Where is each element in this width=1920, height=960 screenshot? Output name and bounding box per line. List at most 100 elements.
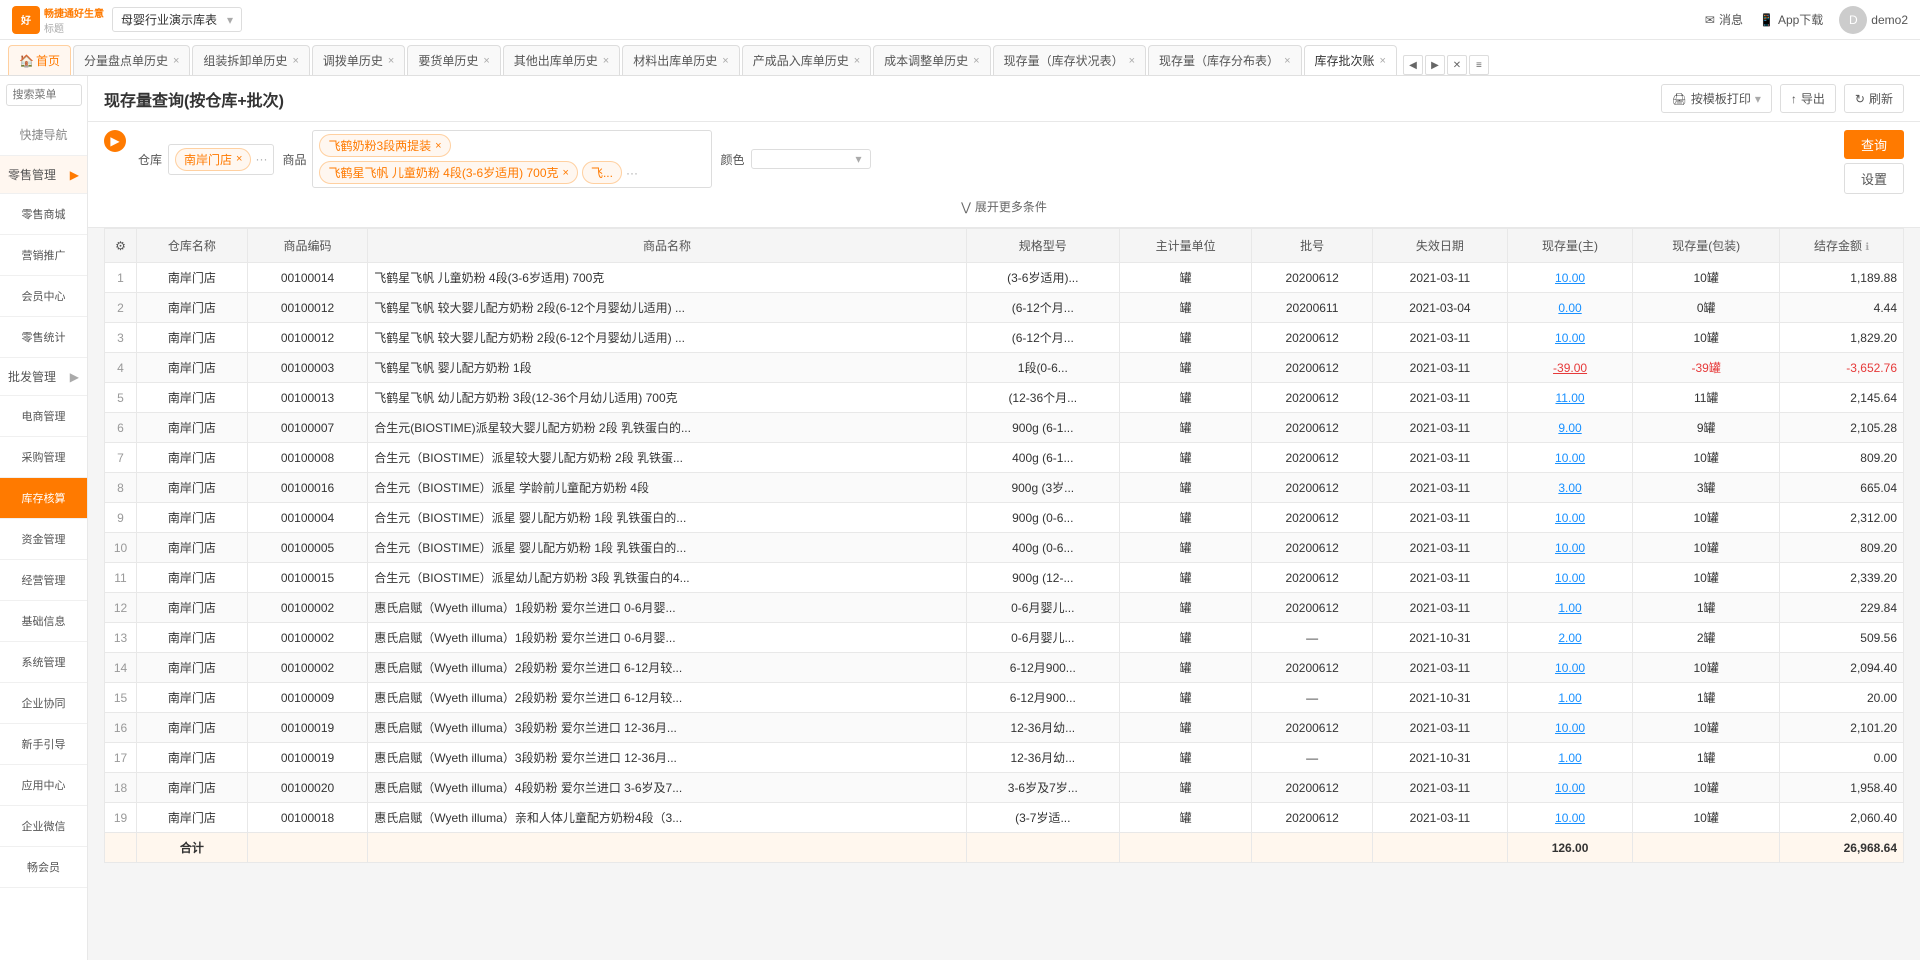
close-tab-xiancun-kuang[interactable]: × — [1129, 55, 1135, 67]
industry-select[interactable]: 母婴行业演示库表 ▾ — [112, 7, 242, 32]
close-tab-yaohuo[interactable]: × — [483, 55, 489, 67]
sidebar-item-retail-mall[interactable]: 零售商城 — [0, 194, 87, 235]
cell-stock-main[interactable]: 10.00 — [1507, 503, 1632, 533]
cell-stock-main[interactable]: 0.00 — [1507, 293, 1632, 323]
sidebar-item-wholesale[interactable]: 批发管理▶ — [0, 358, 87, 396]
close-tab-chengben[interactable]: × — [973, 55, 979, 67]
warehouse-ellipsis[interactable]: ··· — [255, 152, 267, 166]
cell-unit: 罐 — [1119, 413, 1252, 443]
product-tag-1-remove[interactable]: × — [435, 140, 441, 152]
tab-zuhe[interactable]: 组装拆卸单历史 × — [192, 45, 309, 75]
cell-stock-main[interactable]: 9.00 — [1507, 413, 1632, 443]
cell-code: 00100009 — [247, 683, 368, 713]
sidebar-item-retail-mgmt[interactable]: 零售管理 ▶ — [0, 156, 87, 194]
close-tab-kucun-pici[interactable]: × — [1380, 55, 1386, 67]
product-tag-1: 飞鹤奶粉3段两提装 × — [319, 134, 450, 157]
product-tag-2-remove[interactable]: × — [563, 167, 569, 179]
setting-btn[interactable]: 设置 — [1844, 163, 1904, 194]
sidebar-item-app-center[interactable]: 应用中心 — [0, 765, 87, 806]
tab-prev-btn[interactable]: ◀ — [1403, 55, 1423, 75]
sidebar-item-purchase[interactable]: 采购管理 — [0, 437, 87, 478]
tab-diaopai[interactable]: 调拨单历史 × — [312, 45, 405, 75]
cell-stock-main[interactable]: 10.00 — [1507, 263, 1632, 293]
sidebar-item-finance[interactable]: 资金管理 — [0, 519, 87, 560]
tab-chancheng[interactable]: 产成品入库单历史 × — [742, 45, 871, 75]
tab-cailiao[interactable]: 材料出库单历史 × — [622, 45, 739, 75]
tab-menu-btn[interactable]: ≡ — [1469, 55, 1489, 75]
cell-stock-main[interactable]: 10.00 — [1507, 443, 1632, 473]
tab-xiancun-fen[interactable]: 现存量（库存分布表） × — [1148, 45, 1301, 75]
sidebar-item-quick-nav[interactable]: 快捷导航 — [0, 114, 87, 156]
sidebar-item-ecommerce[interactable]: 电商管理 — [0, 396, 87, 437]
expand-arrow-btn[interactable]: ▶ — [104, 130, 126, 152]
cell-stock-main[interactable]: 10.00 — [1507, 563, 1632, 593]
sidebar-item-operations[interactable]: 经营管理 — [0, 560, 87, 601]
close-tab-xiancun-fen[interactable]: × — [1284, 55, 1290, 67]
tab-next-btn[interactable]: ▶ — [1425, 55, 1445, 75]
user-area[interactable]: D demo2 — [1839, 6, 1908, 34]
tab-qitachuku[interactable]: 其他出库单历史 × — [503, 45, 620, 75]
filter-expand-icon[interactable]: ▶ — [104, 130, 126, 152]
sidebar-item-marketing[interactable]: 营销推广 — [0, 235, 87, 276]
expand-icon: ⋁ — [961, 200, 971, 214]
warehouse-input[interactable]: 南岸门店 × ··· — [168, 144, 274, 175]
product-ellipsis[interactable]: ··· — [626, 166, 638, 180]
close-tab-fenpan[interactable]: × — [173, 55, 179, 67]
close-tab-qitachuku[interactable]: × — [603, 55, 609, 67]
close-tab-chancheng[interactable]: × — [854, 55, 860, 67]
tab-home[interactable]: 🏠 首页 — [8, 45, 71, 75]
close-tab-zuhe[interactable]: × — [292, 55, 298, 67]
sidebar-item-retail-stats[interactable]: 零售统计 — [0, 317, 87, 358]
template-print-btn[interactable]: 🖨 按模板打印 ▾ — [1661, 84, 1772, 113]
message-btn[interactable]: ✉ 消息 — [1705, 11, 1743, 28]
close-tab-cailiao[interactable]: × — [722, 55, 728, 67]
col-name: 商品名称 — [368, 229, 966, 263]
tab-xiancun-kuang[interactable]: 现存量（库存状况表） × — [993, 45, 1146, 75]
search-btn[interactable]: 查询 — [1844, 130, 1904, 159]
cell-stock-main[interactable]: 3.00 — [1507, 473, 1632, 503]
cell-stock-main[interactable]: 10.00 — [1507, 653, 1632, 683]
sidebar-item-basics[interactable]: 基础信息 — [0, 601, 87, 642]
tab-kucun-pici[interactable]: 库存批次账 × — [1304, 45, 1397, 76]
tab-fenpan[interactable]: 分量盘点单历史 × — [73, 45, 190, 75]
cell-stock-main[interactable]: 1.00 — [1507, 593, 1632, 623]
cell-stock-main[interactable]: 10.00 — [1507, 803, 1632, 833]
cell-stock-main[interactable]: 1.00 — [1507, 683, 1632, 713]
sidebar-item-system[interactable]: 系统管理 — [0, 642, 87, 683]
cell-expire: 2021-03-11 — [1372, 443, 1507, 473]
cell-stock-main[interactable]: -39.00 — [1507, 353, 1632, 383]
cell-stock-main[interactable]: 11.00 — [1507, 383, 1632, 413]
col-unit: 主计量单位 — [1119, 229, 1252, 263]
warehouse-remove[interactable]: × — [236, 153, 242, 165]
cell-expire: 2021-03-11 — [1372, 263, 1507, 293]
cell-stock-main[interactable]: 10.00 — [1507, 773, 1632, 803]
cell-stock-main[interactable]: 10.00 — [1507, 533, 1632, 563]
cell-stock-main[interactable]: 1.00 — [1507, 743, 1632, 773]
expand-more-btn[interactable]: ⋁ 展开更多条件 — [961, 198, 1047, 215]
cell-stock-main[interactable]: 10.00 — [1507, 323, 1632, 353]
refresh-btn[interactable]: ↻ 刷新 — [1844, 84, 1904, 113]
settings-icon[interactable]: ⚙ — [115, 239, 126, 253]
export-btn[interactable]: ↑ 导出 — [1780, 84, 1836, 113]
sidebar-item-member[interactable]: 会员中心 — [0, 276, 87, 317]
sidebar-item-corp-wechat[interactable]: 企业微信 — [0, 806, 87, 847]
app-download-btn[interactable]: 📱 App下载 — [1759, 11, 1823, 28]
cell-stock-pkg: 10罐 — [1633, 653, 1780, 683]
cell-code: 00100015 — [247, 563, 368, 593]
cell-stock-main[interactable]: 2.00 — [1507, 623, 1632, 653]
cell-unit: 罐 — [1119, 593, 1252, 623]
sidebar-item-chang-member[interactable]: 畅会员 — [0, 847, 87, 888]
sidebar-item-collab[interactable]: 企业协同 — [0, 683, 87, 724]
cell-expire: 2021-03-11 — [1372, 803, 1507, 833]
col-settings[interactable]: ⚙ — [105, 229, 137, 263]
tab-yaohuo[interactable]: 要货单历史 × — [407, 45, 500, 75]
tab-close-all-btn[interactable]: ✕ — [1447, 55, 1467, 75]
sidebar-item-newbie[interactable]: 新手引导 — [0, 724, 87, 765]
product-input[interactable]: 飞鹤奶粉3段两提装 × 飞鹤星飞帆 儿童奶粉 4段(3-6岁适用) 700克 ×… — [312, 130, 712, 188]
sidebar-item-inventory[interactable]: 库存核算 — [0, 478, 87, 519]
color-input[interactable]: ▾ — [751, 149, 871, 169]
cell-stock-main[interactable]: 10.00 — [1507, 713, 1632, 743]
close-tab-diaopai[interactable]: × — [388, 55, 394, 67]
search-input[interactable] — [6, 84, 82, 106]
tab-chengben[interactable]: 成本调整单历史 × — [873, 45, 990, 75]
